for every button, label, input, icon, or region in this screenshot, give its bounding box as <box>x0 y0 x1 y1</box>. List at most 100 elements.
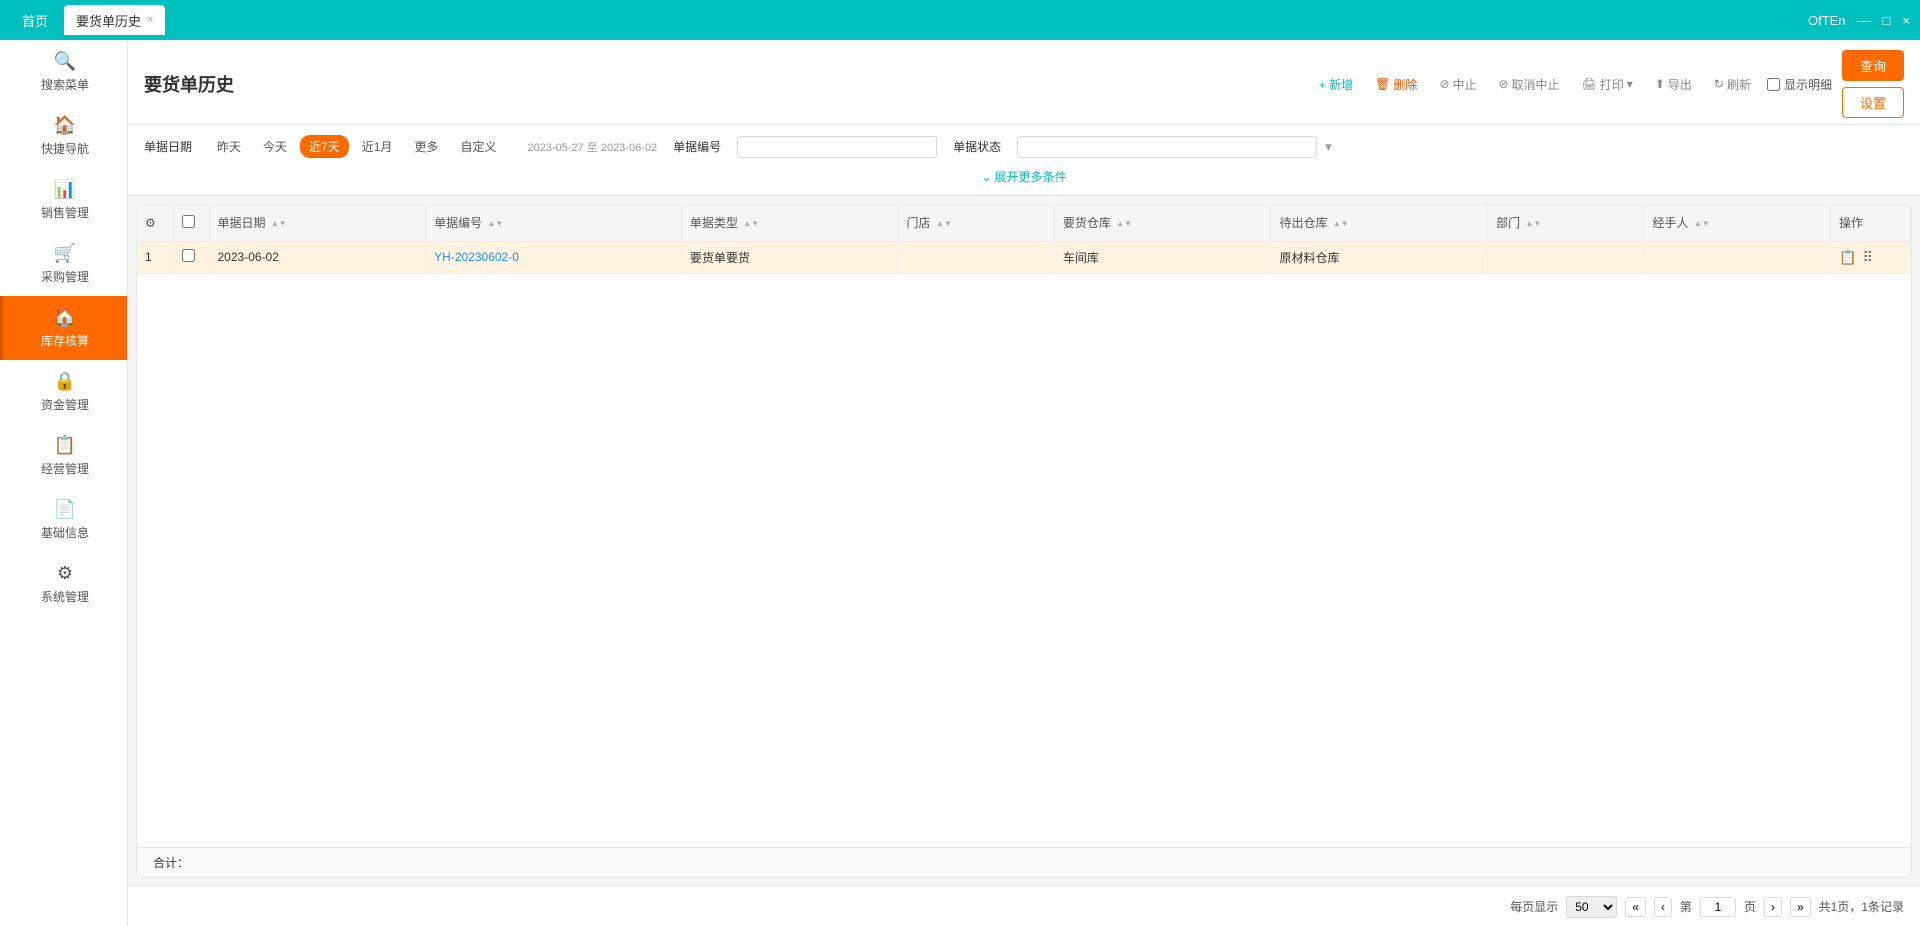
col-handler[interactable]: 经手人 ▲▼ <box>1644 205 1831 241</box>
col-type[interactable]: 单据类型 ▲▼ <box>681 205 898 241</box>
sidebar-item-label: 销售管理 <box>41 204 89 221</box>
close-tab-icon[interactable]: × <box>147 14 153 26</box>
home-icon: 🏠 <box>54 115 76 136</box>
content-area: 要货单历史 + 新增 🗑 删除 ⊘ 中止 ⊘ 取消中止 🖨 <box>128 40 1920 926</box>
first-page-btn[interactable]: « <box>1625 897 1646 917</box>
date-filter-label: 单据日期 <box>144 138 192 155</box>
pagination-summary: 共1页，1条记录 <box>1819 898 1904 915</box>
stop-button[interactable]: ⊘ 中止 <box>1433 72 1482 97</box>
order-no-label: 单据编号 <box>673 138 721 155</box>
row-store <box>898 241 1054 273</box>
order-no-input[interactable] <box>737 136 937 158</box>
pagination-bar: 每页显示 50 10 20 100 « ‹ 第 页 › » 共1页，1条记录 <box>128 886 1920 926</box>
date-btn-7days[interactable]: 近7天 <box>300 135 349 158</box>
col-store[interactable]: 门店 ▲▼ <box>898 205 1054 241</box>
sidebar-item-finance[interactable]: 🔒 资金管理 <box>0 360 127 424</box>
delete-icon: 🗑 <box>1375 77 1390 91</box>
prev-page-btn[interactable]: ‹ <box>1654 897 1672 917</box>
col-no[interactable]: 单据编号 ▲▼ <box>426 205 682 241</box>
edit-action-icon[interactable]: 📋 <box>1839 249 1856 266</box>
page-input[interactable] <box>1700 897 1736 917</box>
row-handler <box>1644 241 1831 273</box>
query-button[interactable]: 查询 <box>1842 50 1904 81</box>
row-select-checkbox[interactable] <box>182 249 195 262</box>
col-department[interactable]: 部门 ▲▼ <box>1488 205 1644 241</box>
sidebar-item-label: 快捷导航 <box>41 140 89 157</box>
select-all-checkbox[interactable] <box>182 215 195 228</box>
expand-filter-btn[interactable]: ⌄ 展开更多条件 <box>981 168 1066 185</box>
sidebar-item-quicknav[interactable]: 🏠 快捷导航 <box>0 104 127 168</box>
date-btn-1month[interactable]: 近1月 <box>353 135 402 158</box>
row-date: 2023-06-02 <box>209 241 426 273</box>
home-tab[interactable]: 首页 <box>10 5 60 35</box>
stop-label: 中止 <box>1452 76 1476 93</box>
home-tab-label: 首页 <box>22 11 48 30</box>
sort-handler-icon: ▲▼ <box>1694 220 1710 228</box>
order-link[interactable]: YH-20230602-0 <box>434 250 519 264</box>
cancel-stop-button[interactable]: ⊘ 取消中止 <box>1492 72 1565 97</box>
date-btn-yesterday[interactable]: 昨天 <box>208 135 250 158</box>
next-page-btn[interactable]: › <box>1764 897 1782 917</box>
date-btn-custom[interactable]: 自定义 <box>451 135 505 158</box>
sort-no-icon: ▲▼ <box>488 220 504 228</box>
col-action: 操作 <box>1831 205 1911 241</box>
sidebar-item-label: 采购管理 <box>41 268 89 285</box>
col-pending-warehouse[interactable]: 待出仓库 ▲▼ <box>1271 205 1488 241</box>
show-detail-input[interactable] <box>1767 78 1780 91</box>
col-req-warehouse[interactable]: 要货仓库 ▲▼ <box>1054 205 1271 241</box>
page-label: 第 <box>1680 898 1692 915</box>
per-page-select[interactable]: 50 10 20 100 <box>1566 896 1617 918</box>
table-header-row: ⚙ 单据日期 ▲▼ 单据编号 ▲▼ 单据类型 <box>137 205 1911 241</box>
row-checkbox <box>173 241 209 273</box>
refresh-icon: ↻ <box>1714 77 1724 91</box>
sort-date-icon: ▲▼ <box>271 220 287 228</box>
show-detail-label: 显示明细 <box>1784 76 1832 93</box>
sidebar-item-system[interactable]: ⚙ 系统管理 <box>0 552 127 616</box>
date-filter-buttons: 昨天 今天 近7天 近1月 更多 自定义 <box>208 135 505 158</box>
date-btn-today[interactable]: 今天 <box>254 135 296 158</box>
system-icon: ⚙ <box>57 563 73 584</box>
row-department <box>1488 241 1644 273</box>
row-order-id: YH-20230602-0 <box>426 241 682 273</box>
search-menu-icon: 🔍 <box>54 51 76 72</box>
more-action-icon[interactable]: ⠿ <box>1862 249 1872 266</box>
delete-label: 删除 <box>1393 76 1417 93</box>
status-filter-container: ▾ <box>1017 136 1904 158</box>
purchase-icon: 🛒 <box>54 243 76 264</box>
sidebar-item-search[interactable]: 🔍 搜索菜单 <box>0 40 127 104</box>
sidebar-item-basicinfo[interactable]: 📄 基础信息 <box>0 488 127 552</box>
delete-button[interactable]: 🗑 删除 <box>1369 72 1423 97</box>
add-button[interactable]: + 新增 <box>1313 72 1359 97</box>
sidebar-item-operations[interactable]: 📋 经营管理 <box>0 424 127 488</box>
sort-pending-icon: ▲▼ <box>1333 220 1349 228</box>
sidebar-item-purchase[interactable]: 🛒 采购管理 <box>0 232 127 296</box>
col-checkbox <box>173 205 209 241</box>
date-range-display: 2023-05-27 至 2023-06-02 <box>527 139 657 155</box>
col-settings[interactable]: ⚙ <box>137 205 173 241</box>
table-footer: 合计： <box>137 847 1911 877</box>
stop-icon: ⊘ <box>1439 77 1449 91</box>
page-header: 要货单历史 + 新增 🗑 删除 ⊘ 中止 ⊘ 取消中止 🖨 <box>128 40 1920 125</box>
row-num: 1 <box>137 241 173 273</box>
date-btn-more[interactable]: 更多 <box>405 135 447 158</box>
sidebar-item-sales[interactable]: 📊 销售管理 <box>0 168 127 232</box>
active-tab[interactable]: 要货单历史 × <box>64 5 165 35</box>
close-btn[interactable]: × <box>1902 13 1910 28</box>
last-page-btn[interactable]: » <box>1790 897 1811 917</box>
settings-button[interactable]: 设置 <box>1842 87 1904 118</box>
export-button[interactable]: ⬆ 导出 <box>1649 72 1698 97</box>
expand-btn-row: ⌄ 展开更多条件 <box>144 164 1904 185</box>
col-date[interactable]: 单据日期 ▲▼ <box>209 205 426 241</box>
maximize-btn[interactable]: □ <box>1883 13 1891 28</box>
status-label: 单据状态 <box>953 138 1001 155</box>
status-input[interactable] <box>1017 136 1317 158</box>
sort-store-icon: ▲▼ <box>936 220 952 228</box>
minimize-btn[interactable]: — <box>1858 13 1871 28</box>
sidebar-item-label: 经营管理 <box>41 460 89 477</box>
inventory-icon: 🏠 <box>54 307 76 328</box>
sidebar-item-inventory[interactable]: 🏠 库存核算 <box>0 296 127 360</box>
show-detail-checkbox[interactable]: 显示明细 <box>1767 76 1832 93</box>
refresh-button[interactable]: ↻ 刷新 <box>1708 72 1757 97</box>
status-dropdown-icon[interactable]: ▾ <box>1325 139 1332 155</box>
print-button[interactable]: 🖨 打印 ▾ <box>1576 72 1639 97</box>
